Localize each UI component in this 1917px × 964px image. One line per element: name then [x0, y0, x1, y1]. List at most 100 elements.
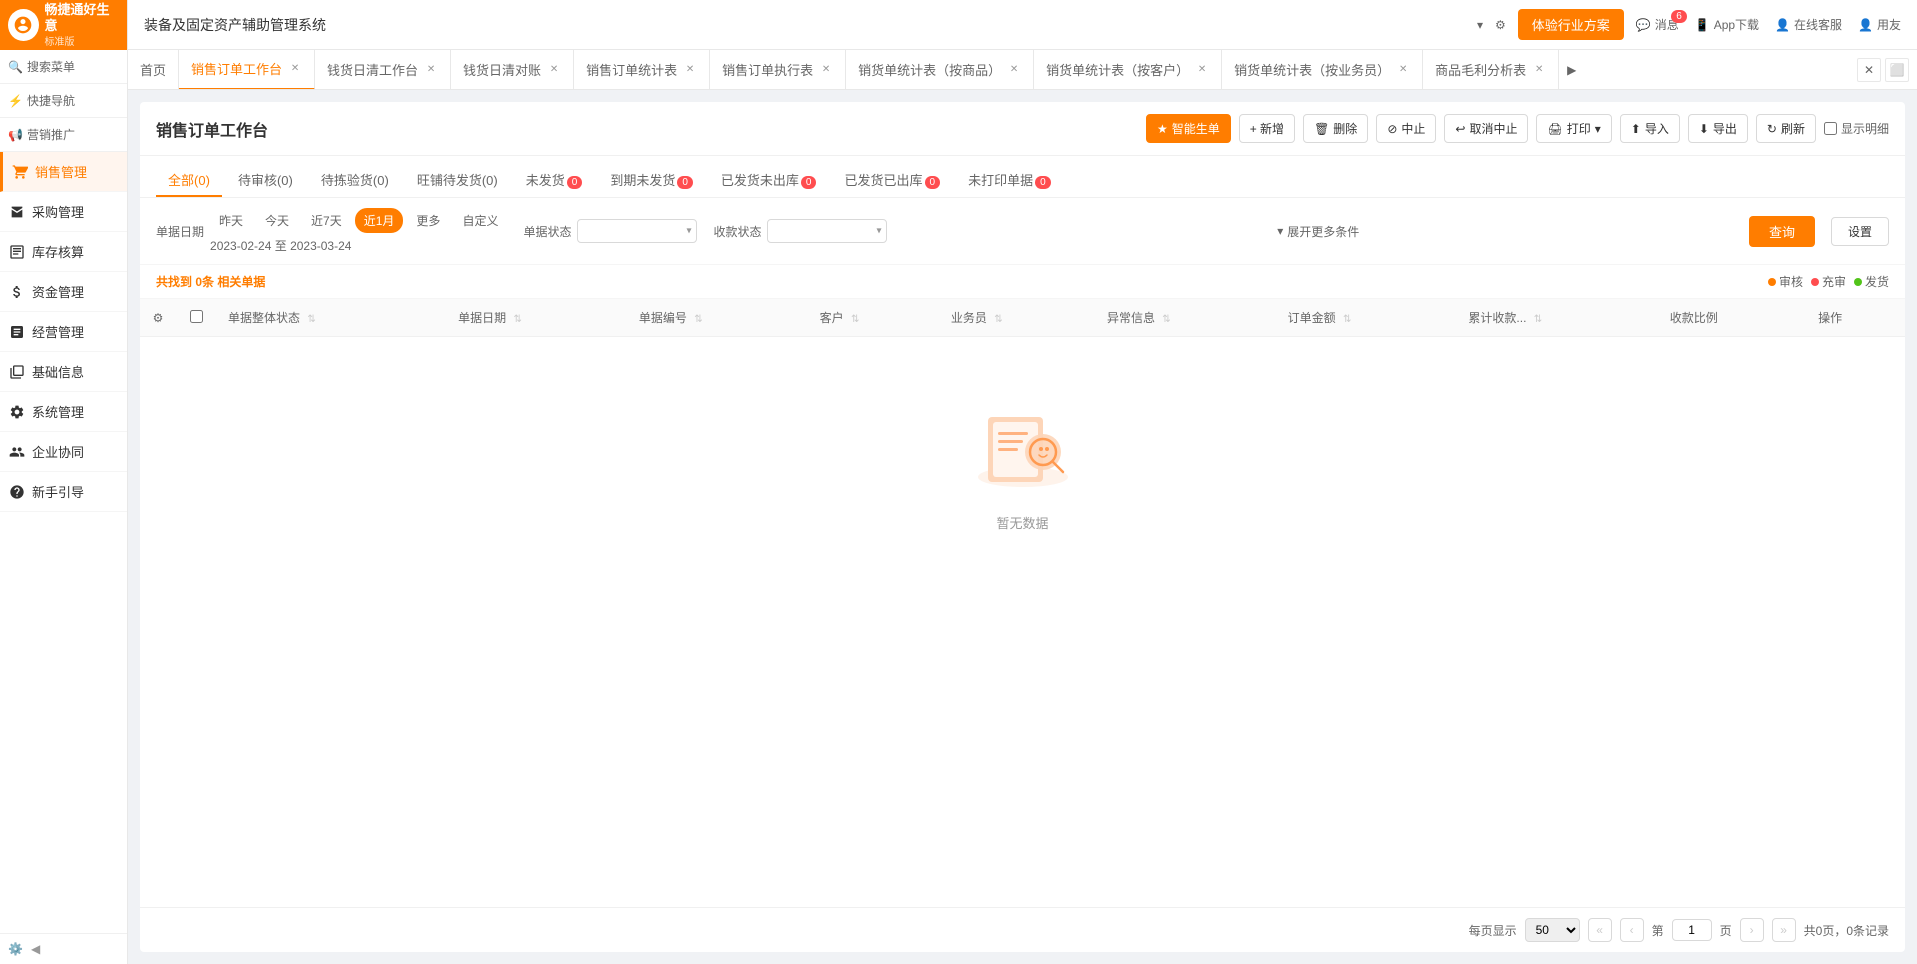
ship-action-btn[interactable]: 发货: [1854, 273, 1889, 290]
export-button[interactable]: ⬇ 导出: [1688, 114, 1748, 143]
tab-sales-stat-customer[interactable]: 销货单统计表（按客户） ✕: [1034, 50, 1222, 90]
filter-tab-all[interactable]: 全部(0): [156, 164, 222, 197]
tab-close-icon[interactable]: ✕: [1532, 63, 1546, 77]
page-first-btn[interactable]: «: [1588, 918, 1612, 942]
sort-icon[interactable]: ⇅: [851, 314, 859, 325]
user-action[interactable]: 👤 用友: [1858, 16, 1901, 33]
filter-tab-shipped-out[interactable]: 已发货已出库0: [832, 164, 952, 197]
date-btn-more[interactable]: 更多: [407, 208, 449, 233]
tab-sales-stat-staff[interactable]: 销货单统计表（按业务员） ✕: [1222, 50, 1423, 90]
sort-icon[interactable]: ⇅: [1534, 314, 1542, 325]
tab-cash-reconcile[interactable]: 钱货日清对账 ✕: [451, 50, 574, 90]
stats-text: 共找到 0条 相关单据: [156, 273, 265, 290]
sidebar-item-basic[interactable]: 基础信息: [0, 352, 127, 392]
tab-sales-exec[interactable]: 销售订单执行表 ✕: [710, 50, 846, 90]
tab-sales-stat-product[interactable]: 销货单统计表（按商品） ✕: [846, 50, 1034, 90]
tab-cash-daily[interactable]: 钱货日清工作台 ✕: [315, 50, 451, 90]
tab-maximize-btn[interactable]: ⬜: [1885, 58, 1909, 82]
page-last-btn[interactable]: »: [1772, 918, 1796, 942]
tab-more-btn[interactable]: ▶: [1559, 50, 1584, 90]
tab-close-icon[interactable]: ✕: [1396, 63, 1410, 77]
online-service-action[interactable]: 👤 在线客服: [1775, 16, 1842, 33]
experience-button[interactable]: 体验行业方案: [1518, 9, 1624, 40]
dropdown-arrow-icon[interactable]: ▾: [1477, 18, 1483, 32]
header-gear-icon[interactable]: ⚙: [1495, 18, 1506, 32]
sidebar-item-operation[interactable]: 经营管理: [0, 312, 127, 352]
sidebar-item-finance[interactable]: 资金管理: [0, 272, 127, 312]
page-next-btn[interactable]: ›: [1740, 918, 1764, 942]
filter-tab-pending-inspect[interactable]: 待拣验货(0): [309, 164, 401, 197]
sort-icon[interactable]: ⇅: [1343, 314, 1351, 325]
refresh-button[interactable]: ↻ 刷新: [1756, 114, 1816, 143]
sidebar-item-inventory[interactable]: 库存核算: [0, 232, 127, 272]
app-download-action[interactable]: 📱 App下载: [1695, 16, 1759, 33]
status-select[interactable]: [577, 219, 697, 243]
app-version: 标准版: [45, 33, 119, 48]
show-detail-label[interactable]: 显示明细: [1824, 120, 1889, 137]
payment-select[interactable]: [767, 219, 887, 243]
filter-tab-pending-review[interactable]: 待审核(0): [226, 164, 305, 197]
page-prev-btn[interactable]: ‹: [1620, 918, 1644, 942]
sidebar-item-sales[interactable]: 销售管理: [0, 152, 127, 192]
expand-conditions-btn[interactable]: ▾ 展开更多条件: [1277, 223, 1359, 240]
import-button[interactable]: ⬆ 导入: [1620, 114, 1680, 143]
date-btn-today[interactable]: 今天: [256, 208, 298, 233]
sidebar-item-cooperation[interactable]: 企业协同: [0, 432, 127, 472]
empty-state: 暂无数据: [140, 337, 1905, 592]
set-button[interactable]: 设置: [1831, 217, 1889, 246]
query-button[interactable]: 查询: [1749, 216, 1815, 247]
print-button[interactable]: 🖨 打印 ▾: [1536, 114, 1611, 143]
sidebar-search[interactable]: 🔍 搜索菜单: [0, 50, 127, 84]
sort-icon[interactable]: ⇅: [994, 314, 1002, 325]
import-icon: ⬆: [1631, 122, 1641, 136]
filter-tab-unprinted[interactable]: 未打印单据0: [956, 164, 1063, 197]
tab-product-margin[interactable]: 商品毛利分析表 ✕: [1423, 50, 1559, 90]
search-icon: 🔍: [8, 60, 23, 74]
sort-icon[interactable]: ⇅: [1162, 314, 1170, 325]
sidebar-item-system[interactable]: 系统管理: [0, 392, 127, 432]
page-input[interactable]: [1672, 919, 1712, 941]
show-detail-checkbox[interactable]: [1824, 122, 1837, 135]
date-btn-custom[interactable]: 自定义: [453, 208, 507, 233]
col-settings[interactable]: ⚙: [140, 299, 176, 337]
filter-tab-expired-unshipped[interactable]: 到期未发货0: [598, 164, 705, 197]
tab-close-icon[interactable]: ✕: [819, 63, 833, 77]
sidebar-item-purchase[interactable]: 采购管理: [0, 192, 127, 232]
date-btn-1month[interactable]: 近1月: [355, 208, 404, 233]
collapse-icon[interactable]: ◀: [31, 942, 40, 956]
tab-close-icon[interactable]: ✕: [683, 63, 697, 77]
sort-icon[interactable]: ⇅: [307, 314, 315, 325]
sidebar-item-label: 采购管理: [32, 202, 84, 221]
settings-icon[interactable]: ⚙️: [8, 942, 23, 956]
smart-create-button[interactable]: ★ 智能生单: [1146, 114, 1231, 143]
tab-close-icon[interactable]: ✕: [424, 63, 438, 77]
date-btn-yesterday[interactable]: 昨天: [210, 208, 252, 233]
abort-button[interactable]: ⊘ 中止: [1376, 114, 1436, 143]
sidebar-marketing[interactable]: 📢 营销推广: [0, 118, 127, 152]
tab-home[interactable]: 首页: [128, 50, 179, 90]
tab-close-icon[interactable]: ✕: [547, 63, 561, 77]
message-action[interactable]: 💬 6 消息: [1636, 16, 1679, 33]
new-button[interactable]: + 新增: [1239, 114, 1295, 143]
review-action-btn[interactable]: 审核: [1768, 273, 1803, 290]
cancel-abort-button[interactable]: ↩ 取消中止: [1444, 114, 1528, 143]
tab-close-icon[interactable]: ✕: [1195, 63, 1209, 77]
sidebar-item-guide[interactable]: 新手引导: [0, 472, 127, 512]
tab-sales-workbench[interactable]: 销售订单工作台 ✕: [179, 50, 315, 90]
select-all-checkbox[interactable]: [190, 310, 203, 323]
tab-close-all-btn[interactable]: ✕: [1857, 58, 1881, 82]
abort-action-btn[interactable]: 充审: [1811, 273, 1846, 290]
delete-button[interactable]: 🗑 删除: [1303, 114, 1368, 143]
date-btn-7days[interactable]: 近7天: [302, 208, 351, 233]
filter-tab-shipped-not-out[interactable]: 已发货未出库0: [709, 164, 829, 197]
filter-tab-unshipped[interactable]: 未发货0: [514, 164, 595, 197]
stats-actions: 审核 充审 发货: [1768, 273, 1889, 290]
tab-close-icon[interactable]: ✕: [1007, 63, 1021, 77]
sort-icon[interactable]: ⇅: [514, 314, 522, 325]
page-size-select[interactable]: 50 10 20 100: [1525, 918, 1580, 942]
filter-tab-wangpu[interactable]: 旺铺待发货(0): [405, 164, 510, 197]
tab-sales-stat[interactable]: 销售订单统计表 ✕: [574, 50, 710, 90]
tab-close-icon[interactable]: ✕: [288, 62, 302, 76]
sidebar-quicknav[interactable]: ⚡ 快捷导航: [0, 84, 127, 118]
sort-icon[interactable]: ⇅: [694, 314, 702, 325]
